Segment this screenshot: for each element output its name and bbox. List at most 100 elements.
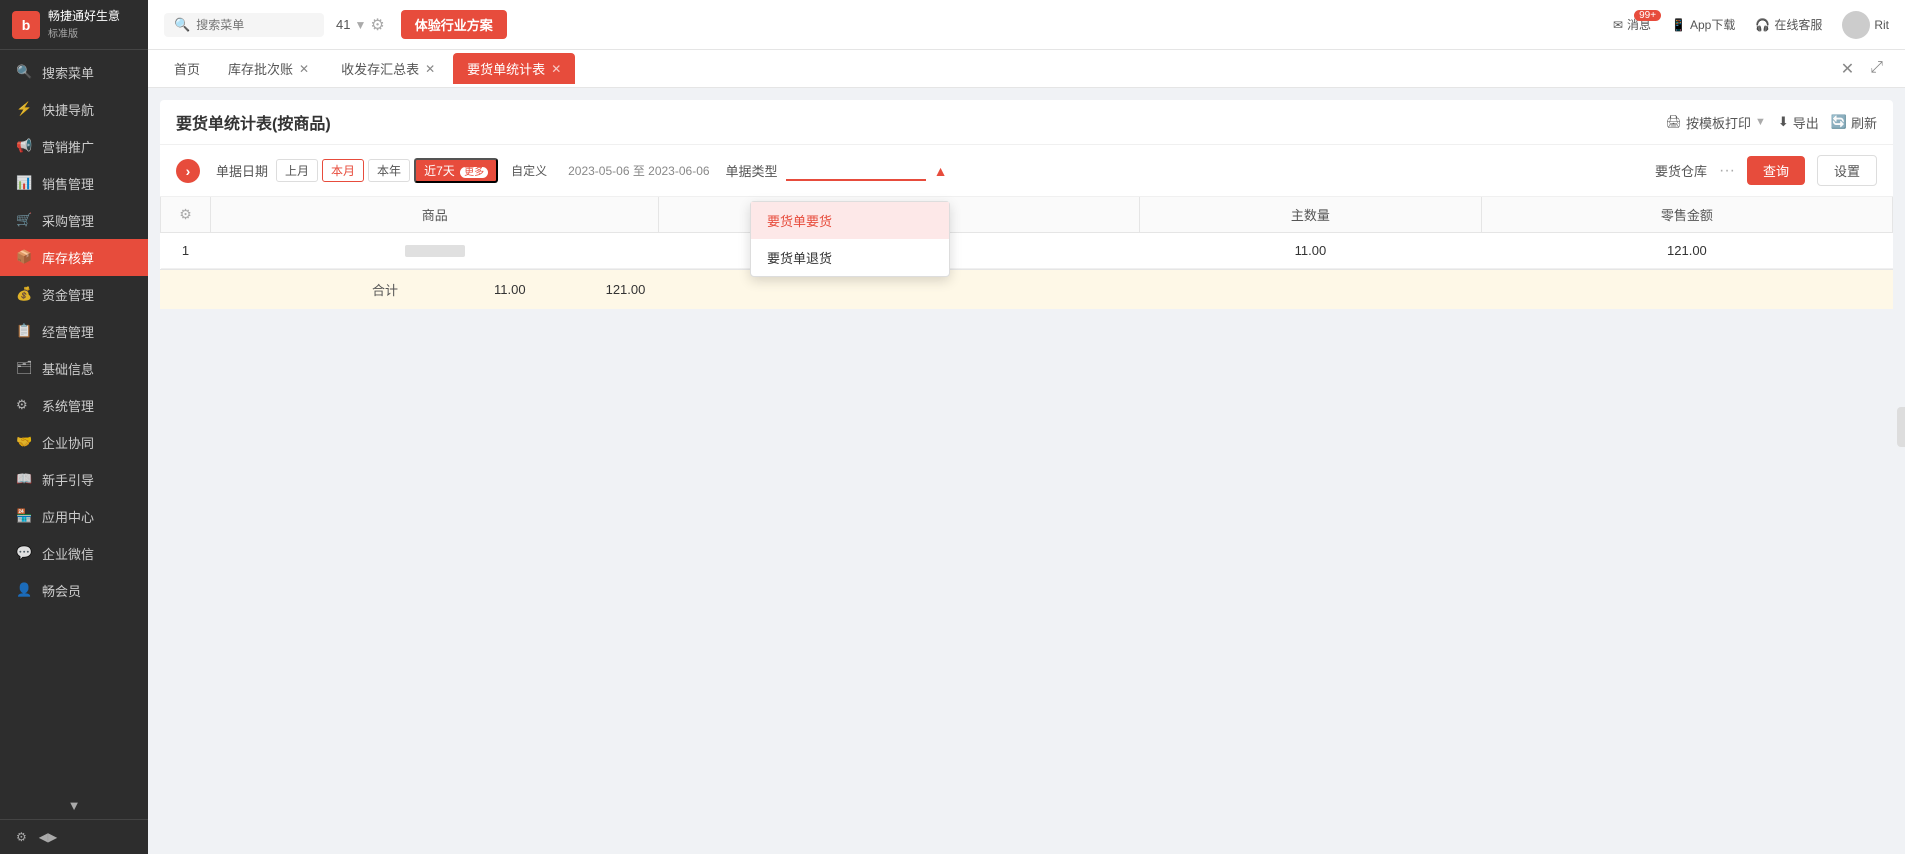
enterprise-icon: 🤝 [16,434,34,452]
refresh-button[interactable]: 🔄 刷新 [1831,113,1877,132]
sidebar-item-search[interactable]: 🔍 搜索菜单 [0,54,148,91]
sidebar-item-quicknav[interactable]: ⚡ 快捷导航 [0,91,148,128]
data-table: ⚙ 商品 主计量单位 主数量 零售金额 1 [160,197,1893,269]
cell-product [211,233,659,269]
warehouse-filter-group: 要货仓库 ··· 查询 设置 [1655,155,1877,186]
table-area: ⚙ 商品 主计量单位 主数量 零售金额 1 [160,197,1893,269]
tab-order-stat[interactable]: 要货单统计表 ✕ [453,53,575,84]
wechat-icon: 💬 [16,545,34,563]
product-cell-content [223,245,647,257]
sidebar-item-appstore[interactable]: 🏪 应用中心 [0,498,148,535]
filter-expand-button[interactable]: › [176,159,200,183]
tab-home[interactable]: 首页 [164,53,210,84]
sidebar-item-system[interactable]: ⚙ 系统管理 [0,387,148,424]
page-area: 要货单统计表(按商品) 🖨 按模板打印 ▼ ⬇ 导出 🔄 刷新 [148,88,1905,854]
date-7days[interactable]: 近7天 更多 [414,158,498,183]
type-dropdown-btn[interactable]: ▲ [934,163,948,179]
tab-batch-label: 库存批次账 [228,59,293,78]
app-download-item[interactable]: 📱 App下载 [1671,16,1735,33]
footer-label: 合计 [372,280,398,299]
product-placeholder [405,245,465,257]
col-settings-icon[interactable]: ⚙ [179,206,192,222]
sidebar-label-purchase: 采购管理 [42,211,94,230]
finance-icon: 💰 [16,286,34,304]
tabs-actions: ✕ ⤢ [1835,57,1889,81]
print-label: 按模板打印 [1686,113,1751,132]
warehouse-filter-label: 要货仓库 [1655,161,1707,180]
date-filter-group: 单据日期 上月 本月 本年 近7天 更多 自定义 2023-05-06 至 20… [216,158,710,183]
sidebar-item-basic[interactable]: 🗂 基础信息 [0,350,148,387]
date-year[interactable]: 本年 [368,159,410,182]
col-amount: 零售金额 [1481,197,1892,233]
expand-icon: › [186,163,191,179]
messages-item[interactable]: ✉ 消息 99+ [1613,16,1651,33]
type-filter-label: 单据类型 [726,161,778,180]
tab-close-all[interactable]: ✕ [1835,57,1860,81]
query-button[interactable]: 查询 [1747,156,1805,185]
date-custom[interactable]: 自定义 [502,159,556,182]
export-icon: ⬇ [1778,114,1789,130]
footer-qty: 11.00 [494,282,526,297]
more-badge: 更多 [460,167,488,178]
export-button[interactable]: ⬇ 导出 [1778,113,1819,132]
online-service-item[interactable]: 🎧 在线客服 [1755,16,1822,33]
right-scrollbar-handle[interactable] [1897,407,1905,447]
tab-fullscreen[interactable]: ⤢ [1864,57,1889,81]
tab-order-stat-close[interactable]: ✕ [551,62,561,76]
sidebar-item-member[interactable]: 👤 畅会员 [0,572,148,609]
sidebar-item-purchase[interactable]: 🛒 采购管理 [0,202,148,239]
sidebar-label-marketing: 营销推广 [42,137,94,156]
settings-button[interactable]: 设置 [1817,155,1877,186]
sidebar-item-wechat[interactable]: 💬 企业微信 [0,535,148,572]
date-prev-month[interactable]: 上月 [276,159,318,182]
member-icon: 👤 [16,582,34,600]
system-icon: ⚙ [16,397,34,415]
col-settings[interactable]: ⚙ [161,197,211,233]
settings-icon[interactable]: ⚙ [16,830,27,844]
export-label: 导出 [1793,113,1819,132]
tab-receivable-close[interactable]: ✕ [425,62,435,76]
sidebar-item-guide[interactable]: 📖 新手引导 [0,461,148,498]
col-qty: 主数量 [1140,197,1482,233]
table-body: 1 块 11.00 121.00 [161,233,1893,269]
table-row: 1 块 11.00 121.00 [161,233,1893,269]
purchase-icon: 🛒 [16,212,34,230]
chevron-down-icon[interactable]: ▼ [354,18,366,32]
type-filter-group: 单据类型 ▲ [726,160,948,181]
print-button[interactable]: 🖨 按模板打印 ▼ [1665,113,1765,132]
sidebar-item-finance[interactable]: 💰 资金管理 [0,276,148,313]
sidebar-item-inventory[interactable]: 📦 库存核算 [0,239,148,276]
tab-batch[interactable]: 库存批次账 ✕ [214,53,323,84]
date-curr-month[interactable]: 本月 [322,159,364,182]
user-avatar-item[interactable]: Rit [1842,11,1889,39]
sidebar-item-sales[interactable]: 📊 销售管理 [0,165,148,202]
sidebar-label-sales: 销售管理 [42,174,94,193]
dropdown-item-order-return[interactable]: 要货单退货 [751,239,949,276]
page-title-actions: 🖨 按模板打印 ▼ ⬇ 导出 🔄 刷新 [1665,113,1877,132]
tab-batch-close[interactable]: ✕ [299,62,309,76]
sidebar-item-operations[interactable]: 📋 经营管理 [0,313,148,350]
search-input[interactable] [196,18,314,32]
main-content: 🔍 41 ▼ ⚙ 体验行业方案 ✉ 消息 99+ 📱 App下载 🎧 在线客服 [148,0,1905,854]
table-header: ⚙ 商品 主计量单位 主数量 零售金额 [161,197,1893,233]
print-dropdown-icon[interactable]: ▼ [1755,116,1766,128]
type-filter-input[interactable] [786,160,926,181]
sidebar-label-guide: 新手引导 [42,470,94,489]
sidebar-collapse-btn[interactable]: ◀▶ [39,830,57,844]
warehouse-more-icon[interactable]: ··· [1719,162,1735,180]
topbar-search[interactable]: 🔍 [164,13,324,37]
promotion-button[interactable]: 体验行业方案 [401,10,507,39]
sidebar-label-member: 畅会员 [42,581,81,600]
sidebar-item-marketing[interactable]: 📢 营销推广 [0,128,148,165]
sidebar-label-wechat: 企业微信 [42,544,94,563]
dropdown-item-order-goods[interactable]: 要货单要货 [751,202,949,239]
sidebar-scroll-down[interactable]: ▼ [0,792,148,819]
tab-order-stat-label: 要货单统计表 [467,59,545,78]
tabs-bar: 首页 库存批次账 ✕ 收发存汇总表 ✕ 要货单统计表 ✕ ✕ ⤢ [148,50,1905,88]
app-logo-icon: b [12,11,40,39]
message-icon: ✉ [1613,18,1623,32]
inventory-icon: 📦 [16,249,34,267]
gear-icon[interactable]: ⚙ [370,15,384,35]
sidebar-item-enterprise[interactable]: 🤝 企业协同 [0,424,148,461]
tab-receivable[interactable]: 收发存汇总表 ✕ [327,53,449,84]
